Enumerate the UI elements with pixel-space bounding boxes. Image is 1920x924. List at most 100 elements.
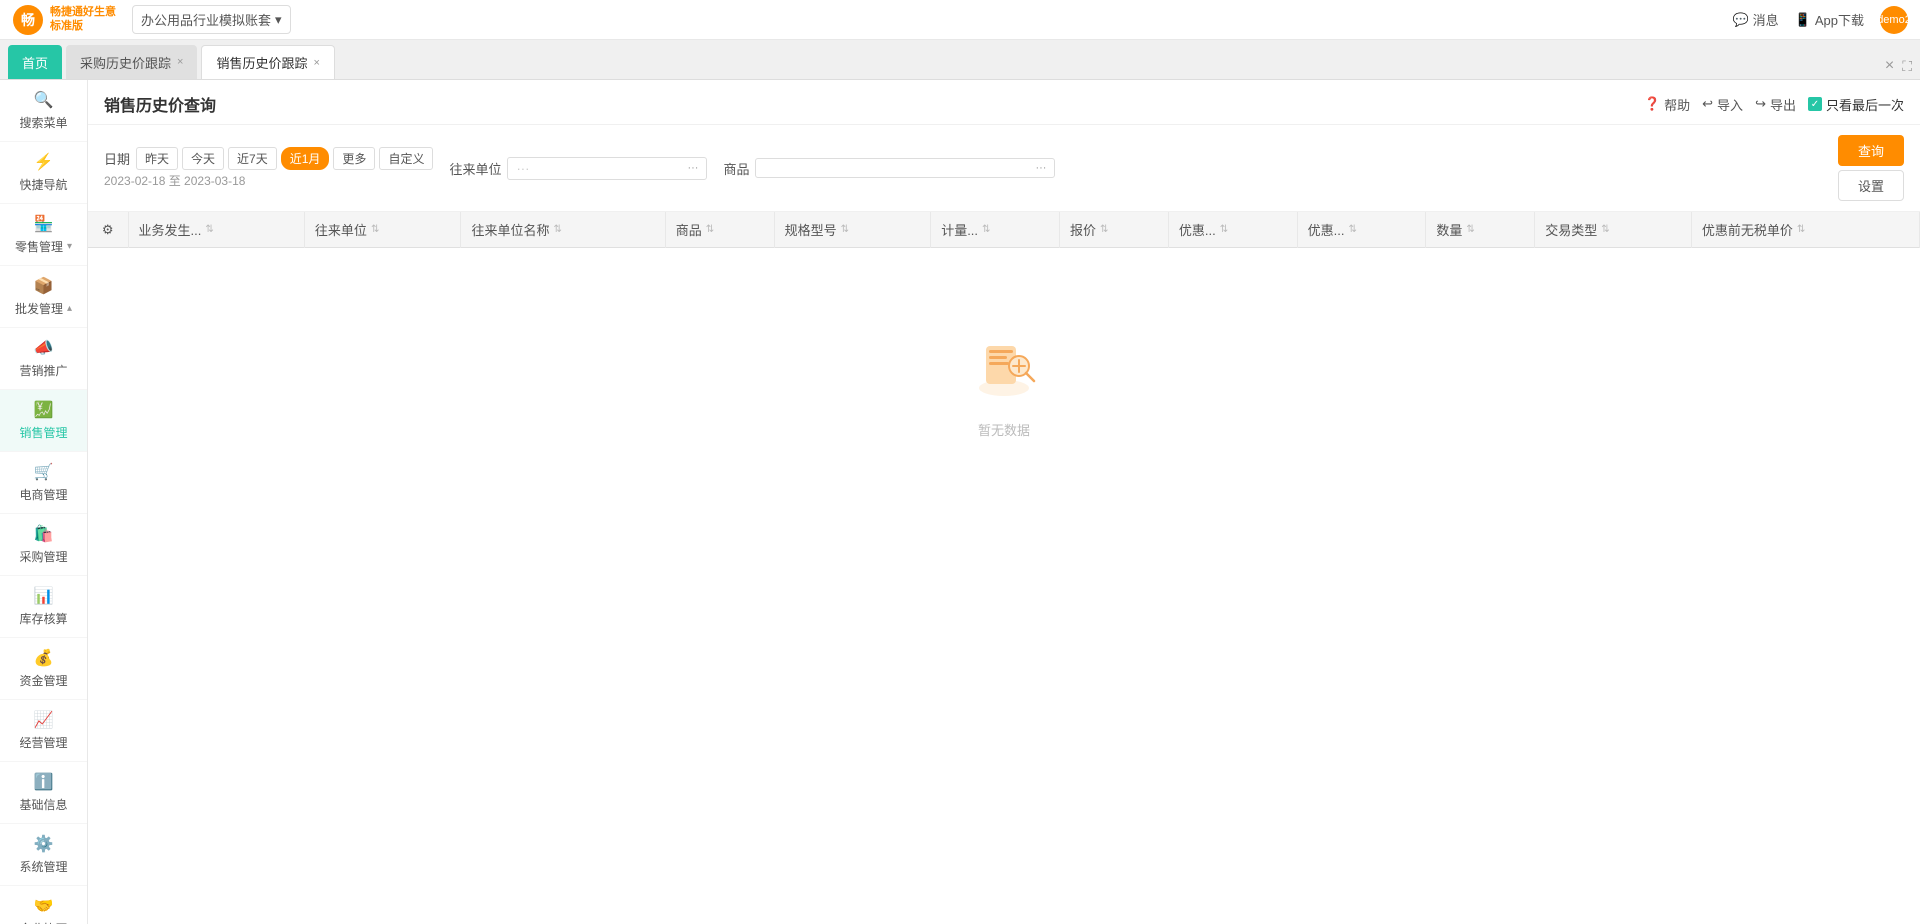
table-col-discount1[interactable]: 优惠... ⇅ <box>1168 212 1297 248</box>
table-header-row: ⚙ 业务发生... ⇅ 往来单位 <box>88 212 1920 248</box>
system-icon: ⚙️ <box>34 834 54 854</box>
retail-icon: 🏪 <box>34 214 54 234</box>
sidebar-item-sales[interactable]: 💹 销售管理 <box>0 390 87 452</box>
table-container: ⚙ 业务发生... ⇅ 往来单位 <box>88 212 1920 924</box>
table-col-qty[interactable]: 数量 ⇅ <box>1426 212 1535 248</box>
filter-right-actions: 查询 设置 <box>1838 135 1904 201</box>
chevron-down-icon: ▾ <box>275 12 282 28</box>
purchase-tab-close[interactable]: × <box>177 56 183 68</box>
sort-icon-partner-code: ⇅ <box>371 224 379 235</box>
sales-icon: 💹 <box>34 400 54 420</box>
sort-icon-spec: ⇅ <box>841 224 849 235</box>
table-col-partner-name[interactable]: 往来单位名称 ⇅ <box>461 212 665 248</box>
query-button[interactable]: 查询 <box>1838 135 1904 166</box>
table-col-settings[interactable]: ⚙ <box>88 212 128 248</box>
tab-actions: × ⛶ <box>1885 57 1912 79</box>
sales-tab-close[interactable]: × <box>313 57 319 69</box>
table-col-unit[interactable]: 计量... ⇅ <box>931 212 1060 248</box>
page-header-actions: ❓ 帮助 ↩ 导入 ↪ 导出 ✓ 只看最后一次 <box>1644 95 1904 114</box>
table-col-quote[interactable]: 报价 ⇅ <box>1059 212 1168 248</box>
empty-state: 暂无数据 <box>88 248 1920 519</box>
logo-icon: 畅 <box>12 4 44 36</box>
goods-filter-group: 商品 ··· <box>723 158 1055 178</box>
date-filter-group: 日期 昨天 今天 近7天 近1月 更多 自定义 2023-02-18 至 202… <box>104 147 433 189</box>
retail-arrow-icon: ▾ <box>67 241 72 252</box>
app-selector[interactable]: 办公用品行业模拟账套 ▾ <box>132 5 291 34</box>
only-last-checkbox[interactable]: ✓ <box>1808 97 1822 111</box>
sort-icon-goods: ⇅ <box>706 224 714 235</box>
partner-input[interactable]: ··· ··· <box>507 157 707 180</box>
sort-icon-discount1: ⇅ <box>1220 224 1228 235</box>
import-icon: ↩ <box>1702 96 1713 112</box>
tab-sales-history[interactable]: 销售历史价跟踪 × <box>201 45 334 79</box>
content-area: 销售历史价查询 ❓ 帮助 ↩ 导入 ↪ 导出 ✓ <box>88 80 1920 924</box>
date-label: 日期 <box>104 149 130 168</box>
last7-btn[interactable]: 近7天 <box>228 147 277 170</box>
tab-purchase-history[interactable]: 采购历史价跟踪 × <box>66 45 197 79</box>
sidebar-item-system[interactable]: ⚙️ 系统管理 <box>0 824 87 886</box>
sidebar-item-finance[interactable]: 💰 资金管理 <box>0 638 87 700</box>
app-download-btn[interactable]: 📱 App下载 <box>1795 10 1864 29</box>
today-btn[interactable]: 今天 <box>182 147 224 170</box>
sidebar-item-shortcut[interactable]: ⚡ 快捷导航 <box>0 142 87 204</box>
import-btn[interactable]: ↩ 导入 <box>1702 95 1743 114</box>
more-btn[interactable]: 更多 <box>333 147 375 170</box>
sidebar-item-marketing[interactable]: 📣 营销推广 <box>0 328 87 390</box>
close-all-tabs-btn[interactable]: × <box>1885 57 1894 75</box>
enterprise-icon: 🤝 <box>34 896 54 916</box>
sort-icon-biz-date: ⇅ <box>205 224 213 235</box>
table-col-biz-date[interactable]: 业务发生... ⇅ <box>128 212 304 248</box>
sidebar-item-basic-info[interactable]: ℹ️ 基础信息 <box>0 762 87 824</box>
sort-icon-unit: ⇅ <box>982 224 990 235</box>
data-table: ⚙ 业务发生... ⇅ 往来单位 <box>88 212 1920 248</box>
home-tab-label: 首页 <box>22 53 48 72</box>
empty-state-text: 暂无数据 <box>978 420 1030 439</box>
message-icon: 💬 <box>1732 12 1748 28</box>
sidebar: 🔍 搜索菜单 ⚡ 快捷导航 🏪 零售管理 ▾ 📦 批发管理 ▴ 📣 营销推广 <box>0 80 88 924</box>
sidebar-item-search[interactable]: 🔍 搜索菜单 <box>0 80 87 142</box>
search-icon: 🔍 <box>34 90 54 110</box>
sidebar-item-wholesale[interactable]: 📦 批发管理 ▴ <box>0 266 87 328</box>
tab-bar: 首页 采购历史价跟踪 × 销售历史价跟踪 × × ⛶ <box>0 40 1920 80</box>
yesterday-btn[interactable]: 昨天 <box>136 147 178 170</box>
maximize-btn[interactable]: ⛶ <box>1902 58 1912 75</box>
sort-icon-qty: ⇅ <box>1466 224 1474 235</box>
settings-button[interactable]: 设置 <box>1838 170 1904 201</box>
table-col-partner-code[interactable]: 往来单位 ⇅ <box>304 212 461 248</box>
sidebar-item-operations[interactable]: 📈 经营管理 <box>0 700 87 762</box>
page-title: 销售历史价查询 <box>104 92 216 116</box>
goods-input[interactable]: ··· <box>755 158 1055 178</box>
goods-input-ellipsis: ··· <box>1035 162 1046 174</box>
sidebar-item-inventory[interactable]: 📊 库存核算 <box>0 576 87 638</box>
table-col-discount2[interactable]: 优惠... ⇅ <box>1297 212 1426 248</box>
last1m-btn[interactable]: 近1月 <box>281 147 330 170</box>
empty-state-icon <box>964 328 1044 408</box>
help-btn[interactable]: ❓ 帮助 <box>1644 95 1690 114</box>
purchase-icon: 🛍️ <box>34 524 54 544</box>
svg-text:畅: 畅 <box>21 12 35 28</box>
sidebar-item-ecommerce[interactable]: 🛒 电商管理 <box>0 452 87 514</box>
table-col-trade-type[interactable]: 交易类型 ⇅ <box>1535 212 1692 248</box>
sidebar-item-purchase[interactable]: 🛍️ 采购管理 <box>0 514 87 576</box>
avatar: demo2 <box>1880 6 1908 34</box>
table-col-goods[interactable]: 商品 ⇅ <box>665 212 774 248</box>
download-icon: 📱 <box>1795 12 1811 28</box>
sort-icon-pre-tax-price: ⇅ <box>1797 224 1805 235</box>
top-header: 畅 畅捷通好生意 标准版 办公用品行业模拟账套 ▾ 💬 消息 📱 App下载 d… <box>0 0 1920 40</box>
only-last-checkbox-group[interactable]: ✓ 只看最后一次 <box>1808 95 1904 114</box>
message-btn[interactable]: 💬 消息 <box>1732 10 1778 29</box>
table-col-pre-tax-price[interactable]: 优惠前无税单价 ⇅ <box>1691 212 1919 248</box>
wholesale-icon: 📦 <box>34 276 54 296</box>
user-avatar-area[interactable]: demo2 <box>1880 6 1908 34</box>
table-col-spec[interactable]: 规格型号 ⇅ <box>774 212 931 248</box>
page-header: 销售历史价查询 ❓ 帮助 ↩ 导入 ↪ 导出 ✓ <box>88 80 1920 125</box>
export-icon: ↪ <box>1755 96 1766 112</box>
sidebar-item-retail[interactable]: 🏪 零售管理 ▾ <box>0 204 87 266</box>
export-btn[interactable]: ↪ 导出 <box>1755 95 1796 114</box>
sort-icon-quote: ⇅ <box>1100 224 1108 235</box>
sidebar-item-enterprise[interactable]: 🤝 企业协同 <box>0 886 87 924</box>
custom-btn[interactable]: 自定义 <box>379 147 433 170</box>
tab-home[interactable]: 首页 <box>8 45 62 79</box>
header-right: 💬 消息 📱 App下载 demo2 <box>1732 6 1908 34</box>
page-content: 销售历史价查询 ❓ 帮助 ↩ 导入 ↪ 导出 ✓ <box>88 80 1920 924</box>
